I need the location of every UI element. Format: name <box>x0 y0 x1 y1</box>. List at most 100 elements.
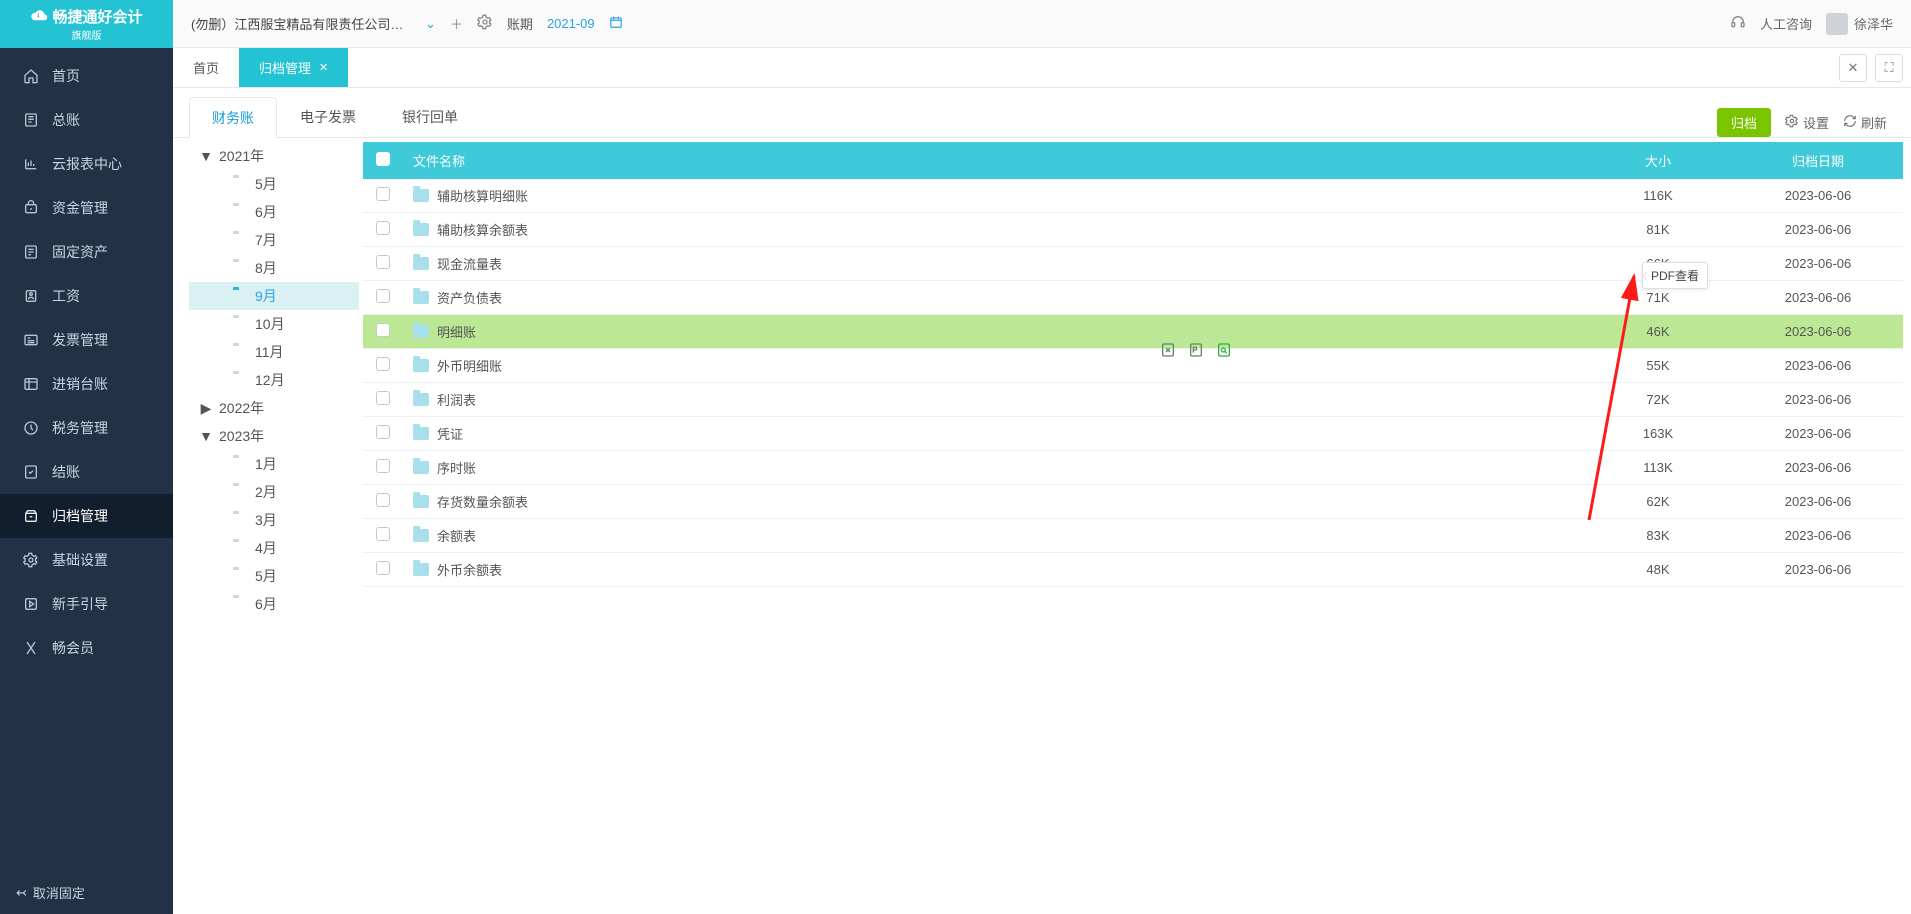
row-checkbox[interactable] <box>363 247 403 281</box>
year-label: 2021年 <box>219 146 264 166</box>
archive-button[interactable]: 归档 <box>1717 108 1771 137</box>
sidebar-item-10[interactable]: 归档管理 <box>0 494 173 538</box>
sidebar-item-9[interactable]: 结账 <box>0 450 173 494</box>
tree-month[interactable]: 9月 <box>189 282 359 310</box>
sidebar-item-8[interactable]: 税务管理 <box>0 406 173 450</box>
gear-icon[interactable] <box>477 14 493 33</box>
sidebar-item-12[interactable]: 新手引导 <box>0 582 173 626</box>
table-row[interactable]: 外币余额表48K2023-06-06 <box>363 553 1903 587</box>
table-row[interactable]: 辅助核算明细账116K2023-06-06 <box>363 179 1903 213</box>
row-checkbox[interactable] <box>363 281 403 315</box>
tree-month[interactable]: 12月 <box>189 366 359 394</box>
page-tabs: 首页 归档管理 ✕ ✕ ⛶ <box>173 48 1911 88</box>
tree-month[interactable]: 6月 <box>189 590 359 618</box>
nav-icon <box>22 551 40 569</box>
row-checkbox[interactable] <box>363 451 403 485</box>
sidebar-item-0[interactable]: 首页 <box>0 54 173 98</box>
row-checkbox[interactable] <box>363 315 403 349</box>
subtab-2[interactable]: 银行回单 <box>379 96 481 137</box>
row-checkbox[interactable] <box>363 213 403 247</box>
month-label: 10月 <box>255 314 285 334</box>
nav-icon <box>22 243 40 261</box>
tab-1[interactable]: 归档管理 ✕ <box>239 48 348 87</box>
subtab-0[interactable]: 财务账 <box>189 97 277 138</box>
plus-icon[interactable]: ＋ <box>450 14 463 33</box>
table-row[interactable]: 外币明细账55K2023-06-06 <box>363 349 1903 383</box>
arrow-left-icon: ↢ <box>16 885 27 901</box>
tab-0[interactable]: 首页 <box>173 48 239 87</box>
tree-year-1[interactable]: ▶2022年 <box>189 394 359 422</box>
company-selector[interactable]: (勿删）江西服宝精品有限责任公司（... <box>191 14 411 33</box>
refresh-link[interactable]: 刷新 <box>1843 113 1887 132</box>
sidebar-item-7[interactable]: 进销台账 <box>0 362 173 406</box>
month-label: 4月 <box>255 538 277 558</box>
sidebar-item-2[interactable]: 云报表中心 <box>0 142 173 186</box>
row-checkbox[interactable] <box>363 485 403 519</box>
tree-month[interactable]: 4月 <box>189 534 359 562</box>
tree-month[interactable]: 10月 <box>189 310 359 338</box>
nav-icon <box>22 507 40 525</box>
row-checkbox[interactable] <box>363 349 403 383</box>
file-size: 83K <box>1583 519 1733 553</box>
row-checkbox[interactable] <box>363 179 403 213</box>
tree-month[interactable]: 2月 <box>189 478 359 506</box>
period-value[interactable]: 2021-09 <box>547 16 595 31</box>
tab-label: 归档管理 <box>259 58 311 77</box>
tree-year-2[interactable]: ▼2023年 <box>189 422 359 450</box>
table-row[interactable]: 存货数量余额表62K2023-06-06 <box>363 485 1903 519</box>
tree-month[interactable]: 7月 <box>189 226 359 254</box>
col-size-header[interactable]: 大小 <box>1583 142 1733 179</box>
tree-month[interactable]: 8月 <box>189 254 359 282</box>
calendar-icon[interactable] <box>609 15 623 32</box>
tree-month[interactable]: 5月 <box>189 170 359 198</box>
caret-right-icon: ▶ <box>201 400 211 417</box>
row-checkbox[interactable] <box>363 519 403 553</box>
sidebar-unpin[interactable]: ↢ 取消固定 <box>0 871 173 914</box>
sidebar-item-1[interactable]: 总账 <box>0 98 173 142</box>
pdf-view-tooltip: PDF查看 <box>1642 262 1708 289</box>
table-row[interactable]: 余额表83K2023-06-06 <box>363 519 1903 553</box>
subtab-1[interactable]: 电子发票 <box>277 96 379 137</box>
nav-icon <box>22 463 40 481</box>
month-label: 12月 <box>255 370 285 390</box>
table-row[interactable]: 凭证163K2023-06-06 <box>363 417 1903 451</box>
close-all-tabs[interactable]: ✕ <box>1839 54 1867 82</box>
sidebar-item-6[interactable]: 发票管理 <box>0 318 173 362</box>
settings-link[interactable]: 设置 <box>1785 113 1829 132</box>
tree-year-0[interactable]: ▼2021年 <box>189 142 359 170</box>
sidebar: 畅捷通好会计 旗舰版 首页总账云报表中心资金管理固定资产工资发票管理进销台账税务… <box>0 0 173 914</box>
folder-icon <box>233 290 247 302</box>
close-icon[interactable]: ✕ <box>319 61 328 74</box>
table-row[interactable]: 序时账113K2023-06-06 <box>363 451 1903 485</box>
folder-icon <box>413 563 429 576</box>
sidebar-item-13[interactable]: 畅会员 <box>0 626 173 670</box>
col-date-header[interactable]: 归档日期 <box>1733 142 1903 179</box>
tree-month[interactable]: 1月 <box>189 450 359 478</box>
table-row[interactable]: 辅助核算余额表81K2023-06-06 <box>363 213 1903 247</box>
user-menu[interactable]: 徐泽华 <box>1826 13 1893 35</box>
headset-icon[interactable] <box>1730 14 1746 33</box>
year-month-tree: ▼2021年5月6月7月8月9月10月11月12月▶2022年▼2023年1月2… <box>189 138 359 914</box>
table-row[interactable]: 利润表72K2023-06-06 <box>363 383 1903 417</box>
row-checkbox[interactable] <box>363 383 403 417</box>
tree-month[interactable]: 5月 <box>189 562 359 590</box>
tree-month[interactable]: 6月 <box>189 198 359 226</box>
fullscreen-toggle[interactable]: ⛶ <box>1875 54 1903 82</box>
consult-link[interactable]: 人工咨询 <box>1760 14 1812 33</box>
chevron-down-icon[interactable]: ⌄ <box>425 16 436 32</box>
sidebar-item-11[interactable]: 基础设置 <box>0 538 173 582</box>
archive-date: 2023-06-06 <box>1733 179 1903 213</box>
nav-label: 基础设置 <box>52 550 108 570</box>
sidebar-item-3[interactable]: 资金管理 <box>0 186 173 230</box>
row-checkbox[interactable] <box>363 417 403 451</box>
tree-month[interactable]: 3月 <box>189 506 359 534</box>
table-row[interactable]: 明细账46K2023-06-06 <box>363 315 1903 349</box>
sidebar-item-5[interactable]: 工资 <box>0 274 173 318</box>
tree-month[interactable]: 11月 <box>189 338 359 366</box>
file-name: 明细账 <box>437 322 476 341</box>
col-check-header[interactable] <box>363 142 403 179</box>
file-name: 现金流量表 <box>437 254 502 273</box>
sidebar-item-4[interactable]: 固定资产 <box>0 230 173 274</box>
col-name-header[interactable]: 文件名称 <box>403 142 1583 179</box>
row-checkbox[interactable] <box>363 553 403 587</box>
